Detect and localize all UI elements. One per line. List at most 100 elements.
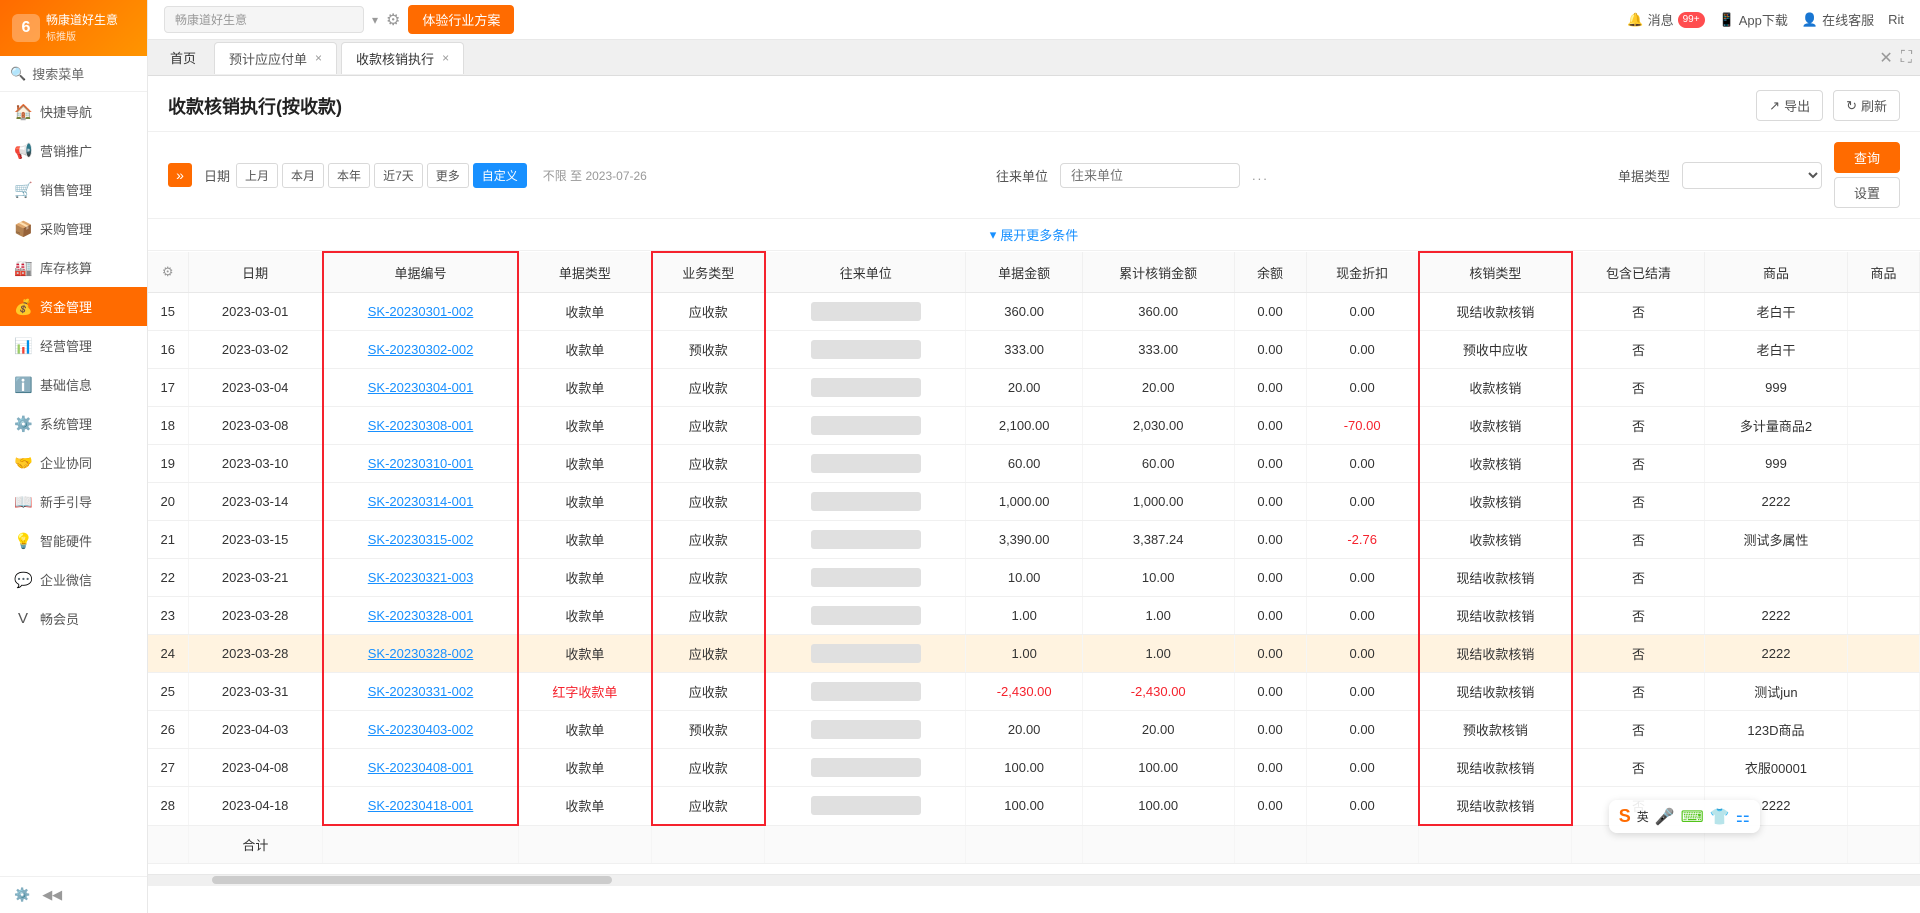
counterpart-input[interactable] [1060, 163, 1240, 188]
refresh-button[interactable]: ↻ 刷新 [1833, 90, 1900, 121]
voucher-no-link[interactable]: SK-20230308-001 [368, 418, 474, 433]
filter-this-month[interactable]: 本月 [282, 163, 324, 188]
sidebar-item-marketing[interactable]: 📢 营销推广 [0, 131, 147, 170]
table-row-balance: 0.00 [1234, 673, 1306, 711]
user-profile[interactable]: Rit [1888, 12, 1904, 27]
voucher-no-link[interactable]: SK-20230302-002 [368, 342, 474, 357]
sidebar-item-quick-nav[interactable]: 🏠 快捷导航 [0, 92, 147, 131]
table-row-biz-type: 应收款 [652, 787, 765, 826]
sidebar-item-hardware[interactable]: 💡 智能硬件 [0, 521, 147, 560]
col-goods2: 商品 [1847, 252, 1919, 293]
topbar-gear-icon[interactable]: ⚙ [386, 10, 400, 30]
sidebar-item-basic[interactable]: ℹ️ 基础信息 [0, 365, 147, 404]
voucher-no-link[interactable]: SK-20230304-001 [368, 380, 474, 395]
scrollbar-thumb[interactable] [212, 876, 612, 884]
table-row-biz-type: 应收款 [652, 407, 765, 445]
col-voucher-type: 单据类型 [518, 252, 651, 293]
filter-last-month[interactable]: 上月 [236, 163, 278, 188]
collapse-icon[interactable]: ◀◀ [42, 887, 62, 903]
topbar: 畅康道好生意 ▾ ⚙ 体验行业方案 🔔 消息 99+ 📱 App下载 👤 在线客… [148, 0, 1920, 40]
footer-voucher-no [323, 825, 518, 863]
voucher-no-link[interactable]: SK-20230315-002 [368, 532, 474, 547]
sidebar-item-purchase[interactable]: 📦 采购管理 [0, 209, 147, 248]
col-settings[interactable]: ⚙ [148, 252, 188, 293]
table-row-cancel-amount: 360.00 [1082, 293, 1234, 331]
filter-this-year[interactable]: 本年 [328, 163, 370, 188]
voucher-no-link[interactable]: SK-20230314-001 [368, 494, 474, 509]
sidebar-item-guide[interactable]: 📖 新手引导 [0, 482, 147, 521]
table-row-amount: 20.00 [966, 711, 1082, 749]
member-icon: V [14, 610, 32, 627]
tab-collect[interactable]: 收款核销执行 × [341, 42, 464, 74]
table-row-voucher-type: 收款单 [518, 445, 651, 483]
sidebar-item-wechat[interactable]: 💬 企业微信 [0, 560, 147, 599]
voucher-type-select[interactable] [1682, 162, 1822, 189]
table-row-goods: 999 [1705, 445, 1848, 483]
scrollbar-area[interactable] [148, 874, 1920, 886]
table-row-date: 2023-04-18 [188, 787, 323, 826]
table-row-cancel-type: 收款核销 [1419, 407, 1572, 445]
table-row-cash-discount: -2.76 [1306, 521, 1419, 559]
voucher-no-link[interactable]: SK-20230301-002 [368, 304, 474, 319]
sidebar-item-member[interactable]: V 畅会员 [0, 599, 147, 638]
filter-date-buttons: 上月 本月 本年 近7天 更多 自定义 [236, 163, 527, 188]
table-row-biz-type: 应收款 [652, 673, 765, 711]
table-row-date: 2023-03-31 [188, 673, 323, 711]
online-service-button[interactable]: 👤 在线客服 [1802, 10, 1874, 29]
voucher-no-link[interactable]: SK-20230331-002 [368, 684, 474, 699]
col-goods1: 商品 [1705, 252, 1848, 293]
tab-expand-button[interactable]: ⛶ [1901, 49, 1912, 67]
table-row-balance: 0.00 [1234, 597, 1306, 635]
voucher-no-link[interactable]: SK-20230418-001 [368, 798, 474, 813]
filter-expand-button[interactable]: » [168, 163, 192, 187]
sidebar-item-inventory[interactable]: 🏭 库存核算 [0, 248, 147, 287]
table-row-goods: 多计量商品2 [1705, 407, 1848, 445]
sidebar-item-operations[interactable]: 📊 经营管理 [0, 326, 147, 365]
query-button[interactable]: 查询 [1834, 142, 1900, 173]
table-row-goods: 2222 [1705, 787, 1848, 826]
tab-home[interactable]: 首页 [156, 42, 210, 74]
filter-settings-button[interactable]: 设置 [1834, 177, 1900, 208]
voucher-no-link[interactable]: SK-20230403-002 [368, 722, 474, 737]
topbar-address[interactable]: 畅康道好生意 [164, 6, 364, 33]
filter-more[interactable]: 更多 [427, 163, 469, 188]
table-row-includes-settled: 否 [1572, 369, 1705, 407]
voucher-no-link[interactable]: SK-20230310-001 [368, 456, 474, 471]
filter-bar: » 日期 上月 本月 本年 近7天 更多 自定义 不限 至 2023-07-26… [148, 132, 1920, 219]
hardware-icon: 💡 [14, 532, 32, 550]
prepay-tab-label: 预计应应付单 [229, 49, 307, 68]
voucher-no-link[interactable]: SK-20230328-002 [368, 646, 474, 661]
voucher-no-link[interactable]: SK-20230408-001 [368, 760, 474, 775]
table-row-cancel-amount: 1.00 [1082, 597, 1234, 635]
filter-last-7days[interactable]: 近7天 [374, 163, 423, 188]
collect-tab-close[interactable]: × [442, 51, 449, 65]
tab-close-all-button[interactable]: ✕ [1879, 48, 1892, 68]
table-row-balance: 0.00 [1234, 559, 1306, 597]
table-row-includes-settled: 否 [1572, 445, 1705, 483]
sidebar-item-system[interactable]: ⚙️ 系统管理 [0, 404, 147, 443]
col-amount: 单据金额 [966, 252, 1082, 293]
sidebar-item-enterprise[interactable]: 🤝 企业协同 [0, 443, 147, 482]
table-row-counterpart: ████████ [765, 635, 966, 673]
prepay-tab-close[interactable]: × [315, 51, 322, 65]
column-settings-icon[interactable]: ⚙ [162, 264, 174, 279]
table-row-biz-type: 应收款 [652, 635, 765, 673]
voucher-no-link[interactable]: SK-20230321-003 [368, 570, 474, 585]
filter-custom[interactable]: 自定义 [473, 163, 527, 188]
tab-prepay[interactable]: 预计应应付单 × [214, 42, 337, 74]
sidebar-item-sales[interactable]: 🛒 销售管理 [0, 170, 147, 209]
settings-icon[interactable]: ⚙️ [14, 887, 30, 903]
app-icon: 📱 [1719, 12, 1735, 28]
table-row-idx: 26 [148, 711, 188, 749]
expand-more-conditions-button[interactable]: ▾ 展开更多条件 [990, 225, 1079, 244]
voucher-no-link[interactable]: SK-20230328-001 [368, 608, 474, 623]
app-download-button[interactable]: 📱 App下载 [1719, 10, 1788, 29]
sidebar-item-capital[interactable]: 💰 资金管理 [0, 287, 147, 326]
sidebar-search[interactable]: 🔍 搜索菜单 [0, 56, 147, 92]
solution-button[interactable]: 体验行业方案 [408, 5, 514, 34]
table-row-goods2 [1847, 597, 1919, 635]
table-row-cancel-amount: 10.00 [1082, 559, 1234, 597]
export-button[interactable]: ↗ 导出 [1756, 90, 1823, 121]
table-row-cash-discount: 0.00 [1306, 445, 1419, 483]
notice-button[interactable]: 🔔 消息 99+ [1627, 10, 1704, 29]
